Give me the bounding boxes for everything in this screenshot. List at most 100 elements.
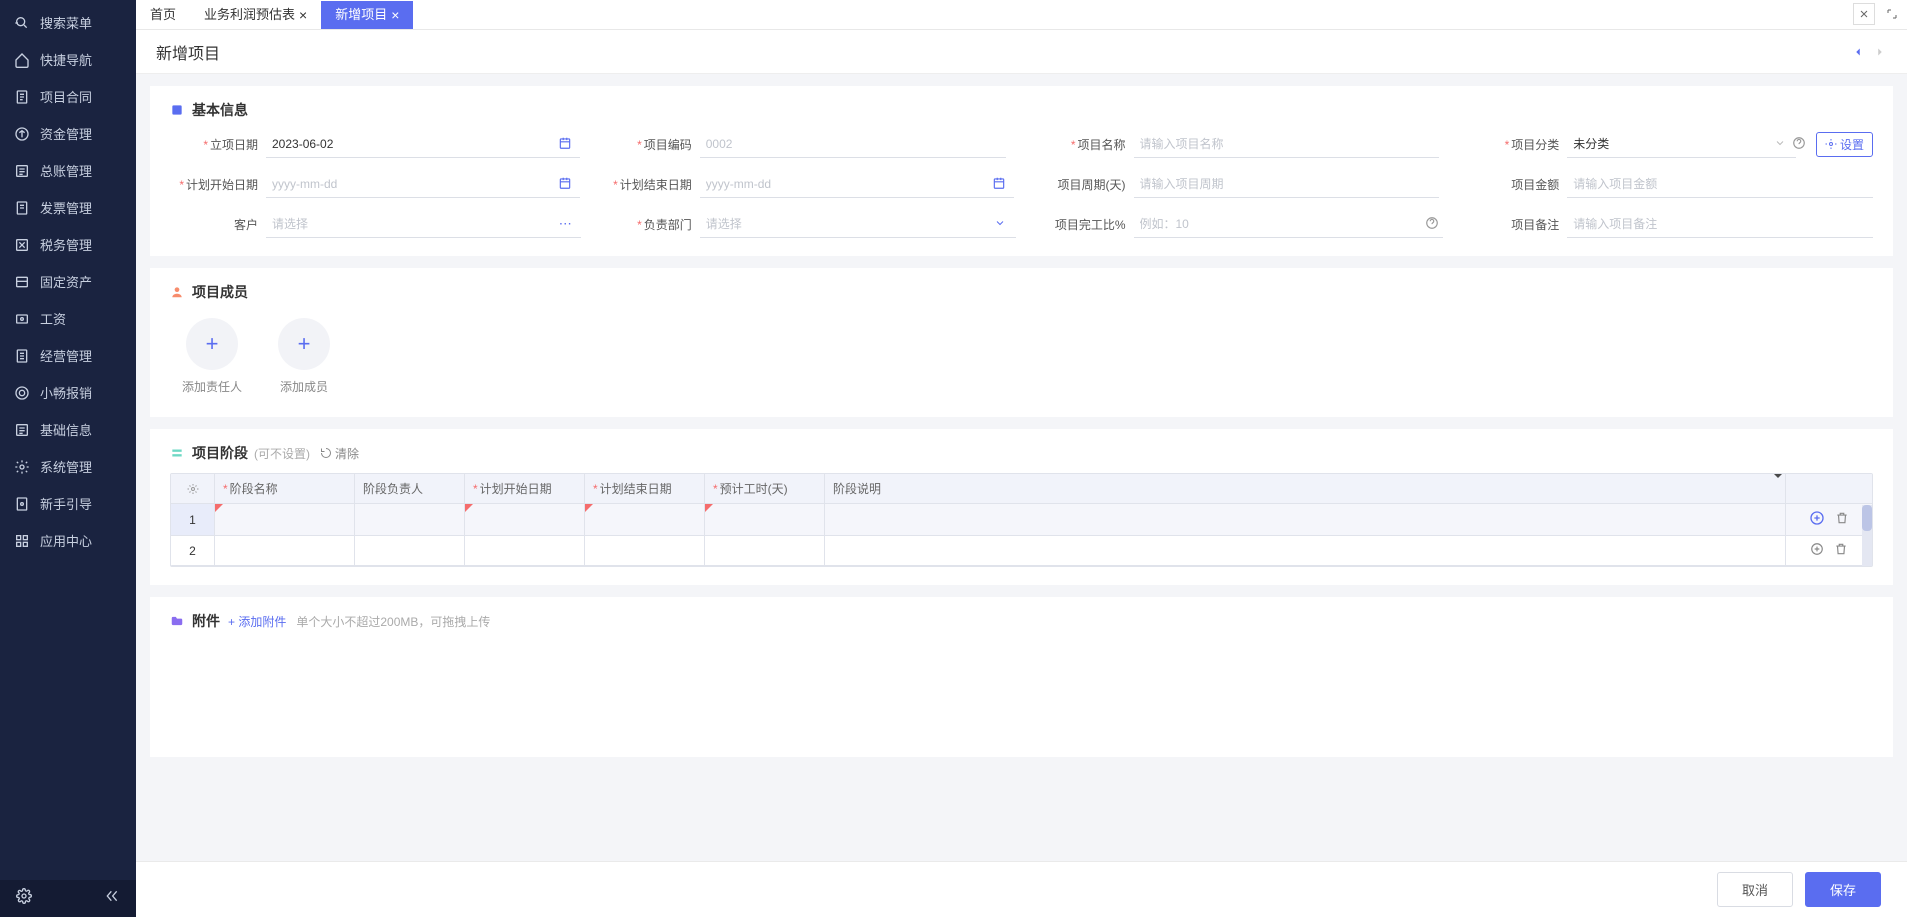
header-settings[interactable]	[171, 474, 215, 504]
sidebar-item-salary[interactable]: 工资	[0, 300, 136, 337]
cell-owner[interactable]	[355, 536, 465, 566]
table-row[interactable]: 2	[171, 536, 1872, 566]
cell-hours[interactable]	[705, 536, 825, 566]
sidebar-item-label: 固定资产	[40, 272, 92, 291]
add-member-button[interactable]: + 添加成员	[278, 318, 330, 395]
plan-start-input[interactable]	[266, 170, 580, 198]
project-class-select[interactable]	[1567, 130, 1796, 158]
members-row: + 添加责任人 + 添加成员	[170, 312, 1873, 399]
clear-button[interactable]: 清除	[320, 445, 359, 462]
cell-end[interactable]	[585, 536, 705, 566]
sidebar-item-apps[interactable]: 应用中心	[0, 522, 136, 559]
tab-profit[interactable]: 业务利润预估表 ×	[190, 1, 321, 29]
project-date-input[interactable]	[266, 130, 580, 158]
tab-label: 新增项目	[335, 1, 387, 29]
sidebar-item-guide[interactable]: 新手引导	[0, 485, 136, 522]
remark-input[interactable]	[1567, 210, 1873, 238]
scrollbar[interactable]	[1862, 505, 1872, 566]
cell-owner[interactable]	[355, 504, 465, 536]
sidebar-item-ledger[interactable]: 总账管理	[0, 152, 136, 189]
cell-hours[interactable]	[705, 504, 825, 536]
sidebar-item-search[interactable]: 搜索菜单	[0, 4, 136, 41]
sidebar-item-system[interactable]: 系统管理	[0, 448, 136, 485]
field-customer: 客户 ⋯	[170, 210, 572, 238]
add-attachment-button[interactable]: + 添加附件	[228, 613, 286, 630]
prev-icon[interactable]	[1851, 45, 1865, 59]
project-name-input[interactable]	[1134, 130, 1440, 158]
calendar-icon[interactable]	[558, 136, 572, 153]
field-dept: 负责部门	[604, 210, 1006, 238]
label: 项目备注	[1471, 216, 1559, 233]
insert-row-icon[interactable]	[1809, 510, 1825, 529]
sidebar: 搜索菜单 快捷导航 项目合同 资金管理 总账管理 发票管理 税务管理 固定资产	[0, 0, 136, 917]
tab-new-project[interactable]: 新增项目 ×	[321, 1, 413, 29]
cell-start[interactable]	[465, 504, 585, 536]
cell-name[interactable]	[215, 536, 355, 566]
cell-end[interactable]	[585, 504, 705, 536]
folder-icon	[170, 614, 184, 628]
period-input[interactable]	[1134, 170, 1440, 198]
header-owner: 阶段负责人	[355, 474, 465, 504]
chevron-down-icon[interactable]	[1774, 137, 1786, 152]
sidebar-item-funds[interactable]: 资金管理	[0, 115, 136, 152]
close-icon[interactable]: ×	[391, 1, 399, 29]
dept-select[interactable]	[700, 210, 1016, 238]
plus-icon: +	[278, 318, 330, 370]
sidebar-item-label: 资金管理	[40, 124, 92, 143]
settings-icon[interactable]	[16, 888, 32, 907]
field-remark: 项目备注	[1471, 210, 1873, 238]
table-header: 阶段名称 阶段负责人 计划开始日期 计划结束日期 预计工时(天) 阶段说明 下方…	[171, 474, 1872, 504]
cell-desc[interactable]	[825, 536, 1786, 566]
delete-row-icon[interactable]	[1834, 542, 1848, 559]
customer-select[interactable]	[266, 210, 581, 238]
collapse-icon[interactable]	[104, 888, 120, 907]
add-owner-button[interactable]: + 添加责任人	[182, 318, 242, 395]
label: 计划结束日期	[604, 176, 692, 193]
sidebar-item-biz[interactable]: 经营管理	[0, 337, 136, 374]
more-icon[interactable]: ⋯	[559, 216, 572, 232]
sidebar-item-asset[interactable]: 固定资产	[0, 263, 136, 300]
progress-input[interactable]	[1134, 210, 1444, 238]
page-title: 新增项目	[156, 40, 220, 64]
project-code-input[interactable]	[700, 130, 1006, 158]
sidebar-item-contract[interactable]: 项目合同	[0, 78, 136, 115]
sidebar-item-nav[interactable]: 快捷导航	[0, 41, 136, 78]
help-icon[interactable]	[1792, 136, 1806, 153]
cell-desc[interactable]	[825, 504, 1786, 536]
sidebar-item-label: 经营管理	[40, 346, 92, 365]
header-name: 阶段名称	[215, 474, 355, 504]
next-icon[interactable]	[1873, 45, 1887, 59]
help-icon[interactable]	[1425, 216, 1439, 233]
cancel-button[interactable]: 取消	[1717, 872, 1793, 907]
sidebar-item-tax[interactable]: 税务管理	[0, 226, 136, 263]
settings-button[interactable]: 设置	[1816, 132, 1873, 157]
amount-input[interactable]	[1567, 170, 1873, 198]
tab-home[interactable]: 首页	[136, 1, 190, 29]
table-row[interactable]: 1	[171, 504, 1872, 536]
cell-start[interactable]	[465, 536, 585, 566]
sidebar-item-expense[interactable]: 小畅报销	[0, 374, 136, 411]
sidebar-item-info[interactable]: 基础信息	[0, 411, 136, 448]
expand-icon[interactable]	[1881, 3, 1903, 25]
settings-label: 设置	[1840, 136, 1864, 153]
insert-row-icon[interactable]	[1810, 542, 1824, 559]
calendar-icon[interactable]	[992, 176, 1006, 193]
save-button[interactable]: 保存	[1805, 872, 1881, 907]
content: 基本信息 立项日期 项目编码 项目名称	[136, 74, 1907, 861]
delete-row-icon[interactable]	[1835, 511, 1849, 528]
phase-table: 阶段名称 阶段负责人 计划开始日期 计划结束日期 预计工时(天) 阶段说明 下方…	[170, 473, 1873, 567]
wallet-icon	[14, 126, 30, 142]
sidebar-item-invoice[interactable]: 发票管理	[0, 189, 136, 226]
close-icon[interactable]: ×	[299, 1, 307, 29]
sidebar-item-label: 新手引导	[40, 494, 92, 513]
row-number: 2	[171, 536, 215, 566]
add-owner-label: 添加责任人	[182, 378, 242, 395]
field-progress: 项目完工比%	[1038, 210, 1440, 238]
chevron-down-icon[interactable]	[994, 217, 1006, 232]
ledger-icon	[14, 163, 30, 179]
cell-name[interactable]	[215, 504, 355, 536]
search-icon	[14, 15, 30, 31]
close-panel-icon[interactable]	[1853, 3, 1875, 25]
plan-end-input[interactable]	[700, 170, 1014, 198]
calendar-icon[interactable]	[558, 176, 572, 193]
